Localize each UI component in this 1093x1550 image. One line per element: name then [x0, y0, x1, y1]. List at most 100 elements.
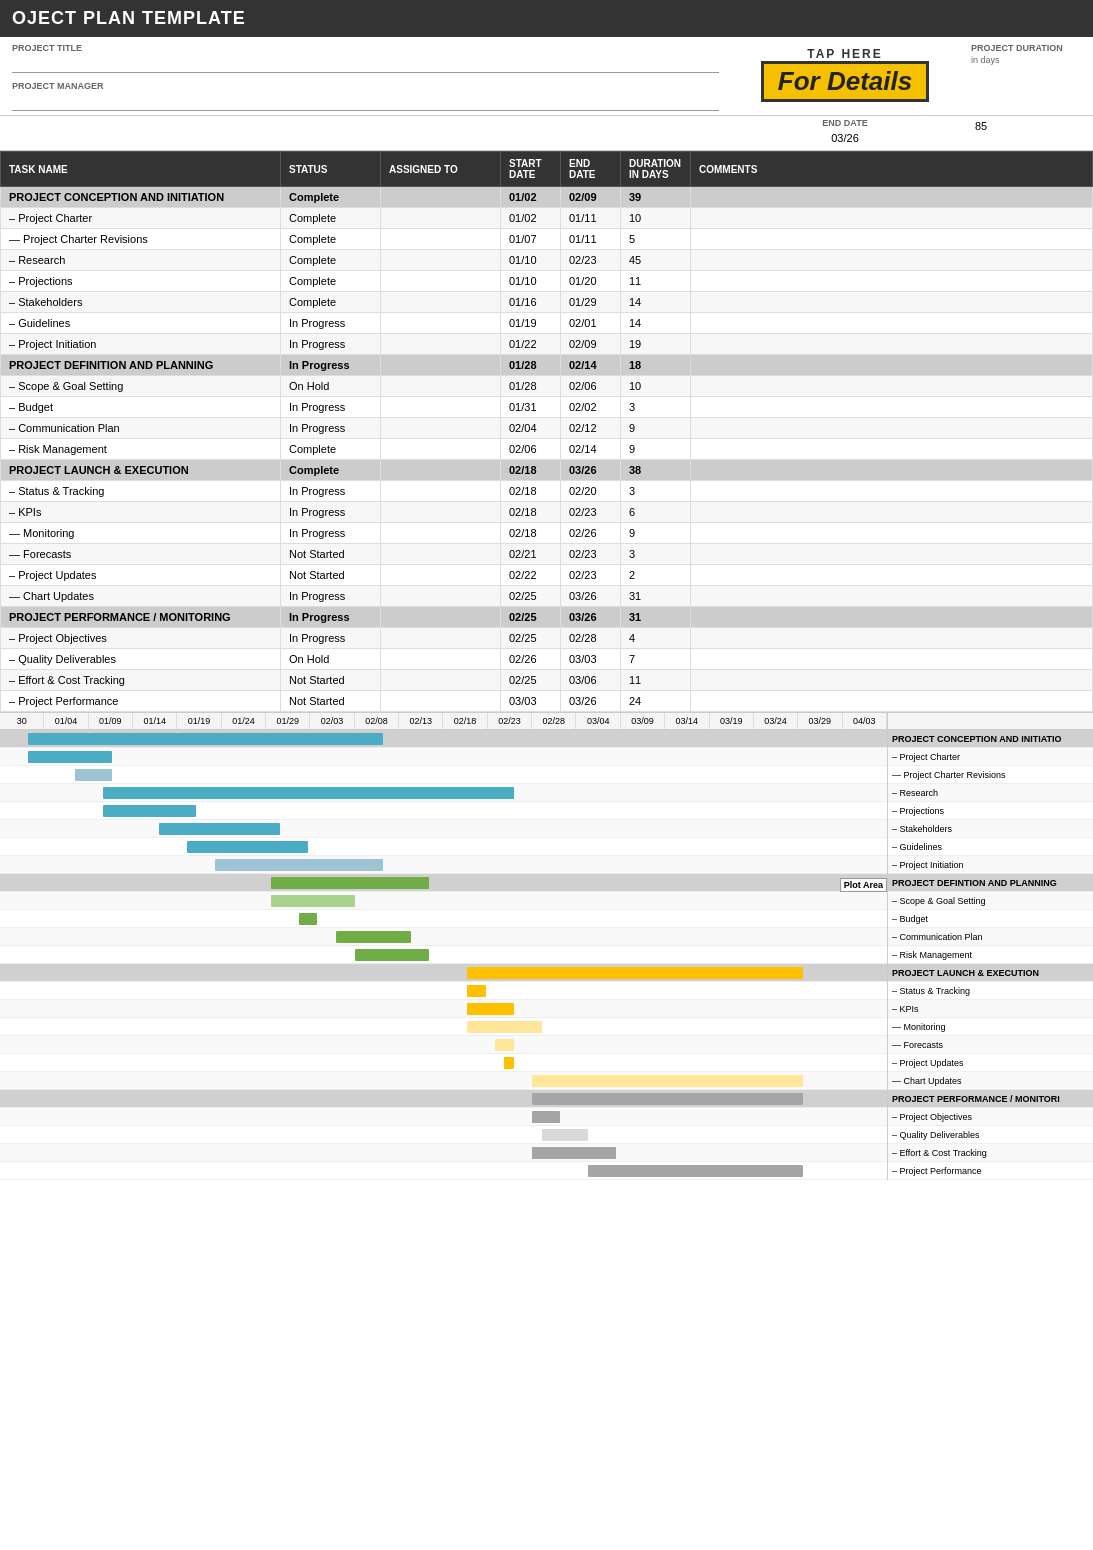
table-row: – ResearchComplete01/1002/2345: [1, 250, 1093, 271]
gantt-row: [0, 1144, 887, 1162]
end-date-label: END DATE: [735, 118, 955, 128]
project-manager-field[interactable]: [12, 93, 719, 111]
gantt-bar: [271, 895, 355, 907]
gantt-date-cell: 03/19: [710, 713, 754, 729]
gantt-row: [0, 1054, 887, 1072]
duration-unit: in days: [971, 55, 1081, 65]
end-date-field-area: END DATE 03/26: [735, 118, 955, 146]
table-row: — Chart UpdatesIn Progress02/2503/2631: [1, 586, 1093, 607]
gantt-row: [0, 766, 887, 784]
gantt-date-cell: 02/13: [399, 713, 443, 729]
gantt-row: [0, 748, 887, 766]
gantt-label: – Scope & Goal Setting: [888, 892, 1093, 910]
table-row: — MonitoringIn Progress02/1802/269: [1, 523, 1093, 544]
project-title-field[interactable]: [12, 55, 719, 73]
gantt-date-cell: 03/04: [576, 713, 620, 729]
gantt-bar: [159, 823, 280, 835]
gantt-label: – Effort & Cost Tracking: [888, 1144, 1093, 1162]
gantt-row: [0, 1126, 887, 1144]
gantt-date-cell: 02/18: [443, 713, 487, 729]
project-title-label: PROJECT TITLE: [12, 43, 719, 53]
gantt-label: PROJECT LAUNCH & EXECUTION: [888, 964, 1093, 982]
gantt-row: [0, 874, 887, 892]
gantt-bar: [588, 1165, 803, 1177]
table-row: – Project CharterComplete01/0201/1110: [1, 208, 1093, 229]
gantt-date-cell: 03/29: [798, 713, 842, 729]
gantt-label: PROJECT PERFORMANCE / MONITORI: [888, 1090, 1093, 1108]
gantt-date-header: 3001/0401/0901/1401/1901/2401/2902/0302/…: [0, 712, 1093, 730]
gantt-date-cell: 03/09: [621, 713, 665, 729]
gantt-label: — Chart Updates: [888, 1072, 1093, 1090]
gantt-bar: [532, 1075, 803, 1087]
page-header: OJECT PLAN TEMPLATE: [0, 0, 1093, 37]
top-form: PROJECT TITLE PROJECT MANAGER TAP HERE F…: [0, 37, 1093, 116]
project-table: TASK NAME STATUS ASSIGNED TO START DATE …: [0, 151, 1093, 712]
table-row: – BudgetIn Progress01/3102/023: [1, 397, 1093, 418]
gantt-date-cell: 02/08: [355, 713, 399, 729]
gantt-row: [0, 1108, 887, 1126]
table-row: – Quality DeliverablesOn Hold02/2603/037: [1, 649, 1093, 670]
gantt-label: – Status & Tracking: [888, 982, 1093, 1000]
table-row: – KPIsIn Progress02/1802/236: [1, 502, 1093, 523]
table-row: – Status & TrackingIn Progress02/1802/20…: [1, 481, 1093, 502]
gantt-label: – Projections: [888, 802, 1093, 820]
duration-value-area: 85: [971, 118, 1081, 146]
gantt-row: [0, 820, 887, 838]
gantt-label: – Stakeholders: [888, 820, 1093, 838]
tap-here-section[interactable]: TAP HERE For Details: [735, 43, 955, 102]
gantt-row: [0, 928, 887, 946]
gantt-row: [0, 1018, 887, 1036]
gantt-bar: [103, 787, 514, 799]
gantt-label: – Project Charter: [888, 748, 1093, 766]
gantt-body-container: Plot Area PROJECT CONCEPTION AND INITIAT…: [0, 730, 1093, 1180]
gantt-date-cell: 04/03: [843, 713, 887, 729]
gantt-date-cell: 03/24: [754, 713, 798, 729]
gantt-label: – Quality Deliverables: [888, 1126, 1093, 1144]
gantt-label: PROJECT CONCEPTION AND INITIATIO: [888, 730, 1093, 748]
gantt-bar: [495, 1039, 514, 1051]
table-row: PROJECT CONCEPTION AND INITIATIONComplet…: [1, 187, 1093, 208]
gantt-date-cell: 01/14: [133, 713, 177, 729]
gantt-label: – Risk Management: [888, 946, 1093, 964]
gantt-bar: [467, 1021, 542, 1033]
col-task-name: TASK NAME: [1, 152, 281, 187]
table-row: PROJECT LAUNCH & EXECUTIONComplete02/180…: [1, 460, 1093, 481]
tap-here-label: TAP HERE: [735, 47, 955, 61]
gantt-bar: [28, 733, 383, 745]
project-duration-label: PROJECT DURATION: [971, 43, 1081, 53]
gantt-bar: [532, 1111, 560, 1123]
page-title: OJECT PLAN TEMPLATE: [12, 8, 246, 28]
gantt-bar: [467, 985, 486, 997]
gantt-date-cell: 02/28: [532, 713, 576, 729]
gantt-label: – Project Updates: [888, 1054, 1093, 1072]
table-row: – Communication PlanIn Progress02/0402/1…: [1, 418, 1093, 439]
gantt-bar: [467, 967, 803, 979]
gantt-bar: [504, 1057, 513, 1069]
table-row: PROJECT DEFINITION AND PLANNINGIn Progre…: [1, 355, 1093, 376]
table-row: — ForecastsNot Started02/2102/233: [1, 544, 1093, 565]
gantt-date-cell: 01/19: [177, 713, 221, 729]
gantt-label: – Budget: [888, 910, 1093, 928]
gantt-label: — Project Charter Revisions: [888, 766, 1093, 784]
table-row: – GuidelinesIn Progress01/1902/0114: [1, 313, 1093, 334]
gantt-row: [0, 838, 887, 856]
second-row: END DATE 03/26 85: [0, 116, 1093, 151]
gantt-label: – Project Initiation: [888, 856, 1093, 874]
tap-details-banner[interactable]: For Details: [761, 61, 929, 102]
gantt-bar: [75, 769, 112, 781]
gantt-labels-col: PROJECT CONCEPTION AND INITIATIO– Projec…: [887, 730, 1093, 1180]
gantt-date-cell: 01/29: [266, 713, 310, 729]
table-row: – Project UpdatesNot Started02/2202/232: [1, 565, 1093, 586]
left-fields: PROJECT TITLE PROJECT MANAGER: [12, 43, 719, 111]
gantt-label: – Research: [888, 784, 1093, 802]
gantt-bars-area: Plot Area: [0, 730, 887, 1180]
gantt-row: [0, 982, 887, 1000]
gantt-label: – Project Objectives: [888, 1108, 1093, 1126]
gantt-bar: [103, 805, 196, 817]
gantt-label: – Communication Plan: [888, 928, 1093, 946]
table-row: PROJECT PERFORMANCE / MONITORINGIn Progr…: [1, 607, 1093, 628]
gantt-section: 3001/0401/0901/1401/1901/2401/2902/0302/…: [0, 712, 1093, 1180]
table-row: – Effort & Cost TrackingNot Started02/25…: [1, 670, 1093, 691]
gantt-bar: [542, 1129, 589, 1141]
table-row: – ProjectionsComplete01/1001/2011: [1, 271, 1093, 292]
